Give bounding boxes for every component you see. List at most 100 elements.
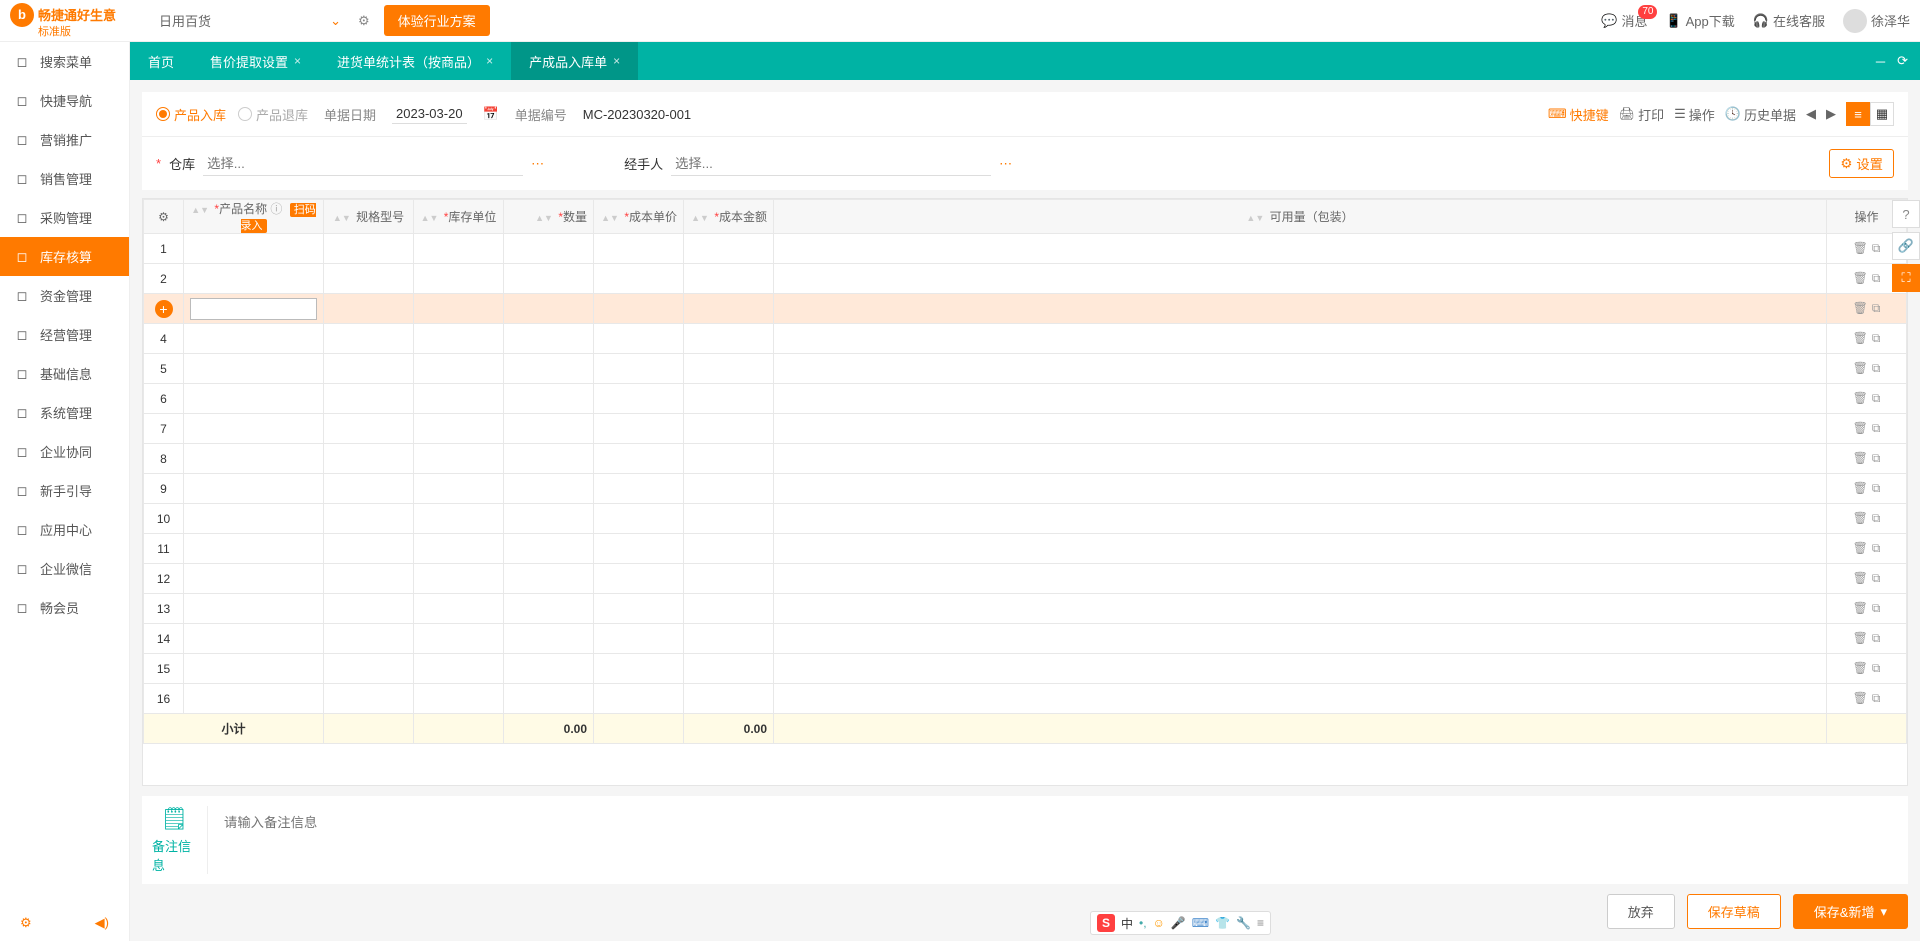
collapse-icon[interactable]: ◀): [95, 915, 109, 931]
table-row[interactable]: 13🗑⧉: [144, 594, 1907, 624]
table-row[interactable]: 1🗑⧉: [144, 234, 1907, 264]
shortcut-button[interactable]: ⌨ 快捷键: [1548, 105, 1609, 124]
col-cost-price[interactable]: ▲▼ *成本单价: [594, 200, 684, 234]
tab-1[interactable]: 售价提取设置×: [192, 42, 319, 80]
add-row-button[interactable]: +: [155, 300, 173, 318]
table-row[interactable]: 2🗑⧉: [144, 264, 1907, 294]
delete-row-icon[interactable]: 🗑: [1853, 601, 1868, 615]
close-icon[interactable]: ×: [486, 54, 493, 68]
table-row[interactable]: 7🗑⧉: [144, 414, 1907, 444]
table-row[interactable]: 8🗑⧉: [144, 444, 1907, 474]
sidebar-item-apps[interactable]: ◻应用中心: [0, 510, 129, 549]
copy-row-icon[interactable]: ⧉: [1872, 361, 1881, 375]
table-row[interactable]: 6🗑⧉: [144, 384, 1907, 414]
prev-doc-button[interactable]: ◀: [1806, 106, 1816, 122]
warehouse-input[interactable]: [203, 152, 523, 176]
list-view-button[interactable]: ≡: [1846, 102, 1870, 126]
refresh-icon[interactable]: ⟳: [1897, 53, 1908, 69]
col-cost-amount[interactable]: ▲▼ *成本金额: [684, 200, 774, 234]
copy-row-icon[interactable]: ⧉: [1872, 271, 1881, 285]
delete-row-icon[interactable]: 🗑: [1853, 571, 1868, 585]
sidebar-item-cart[interactable]: ◻采购管理: [0, 198, 129, 237]
category-select[interactable]: 日用百货 ⌄: [150, 7, 350, 35]
rail-link-button[interactable]: 🔗: [1892, 232, 1920, 260]
copy-row-icon[interactable]: ⧉: [1872, 631, 1881, 645]
calendar-icon[interactable]: 📅: [483, 106, 499, 122]
experience-button[interactable]: 体验行业方案: [384, 5, 490, 36]
sidebar-item-wechat[interactable]: ◻企业微信: [0, 549, 129, 588]
save-draft-button[interactable]: 保存草稿: [1687, 894, 1781, 929]
table-row[interactable]: 15🗑⧉: [144, 654, 1907, 684]
next-doc-button[interactable]: ▶: [1826, 106, 1836, 122]
radio-product-in[interactable]: 产品入库: [156, 105, 226, 124]
card-view-button[interactable]: ▦: [1870, 102, 1894, 126]
copy-row-icon[interactable]: ⧉: [1872, 241, 1881, 255]
copy-row-icon[interactable]: ⧉: [1872, 661, 1881, 675]
col-stock-unit[interactable]: ▲▼ *库存单位: [414, 200, 504, 234]
copy-row-icon[interactable]: ⧉: [1872, 481, 1881, 495]
help-icon[interactable]: ⓘ: [270, 202, 282, 216]
sidebar-item-home[interactable]: ◻快捷导航: [0, 81, 129, 120]
delete-row-icon[interactable]: 🗑: [1853, 541, 1868, 555]
sidebar-item-chart[interactable]: ◻经营管理: [0, 315, 129, 354]
delete-row-icon[interactable]: 🗑: [1853, 391, 1868, 405]
sidebar-item-guide[interactable]: ◻新手引导: [0, 471, 129, 510]
delete-row-icon[interactable]: 🗑: [1853, 511, 1868, 525]
close-icon[interactable]: ×: [294, 54, 301, 68]
delete-row-icon[interactable]: 🗑: [1853, 301, 1868, 315]
copy-row-icon[interactable]: ⧉: [1872, 571, 1881, 585]
rail-help-button[interactable]: ?: [1892, 200, 1920, 228]
col-spec[interactable]: ▲▼ 规格型号: [324, 200, 414, 234]
table-row[interactable]: + 🗑 ⧉: [144, 294, 1907, 324]
copy-row-icon[interactable]: ⧉: [1872, 691, 1881, 705]
col-product-name[interactable]: ▲▼ *产品名称 ⓘ 扫码录入: [184, 200, 324, 234]
gear-icon[interactable]: ⚙: [358, 13, 370, 29]
copy-row-icon[interactable]: ⧉: [1872, 511, 1881, 525]
delete-row-icon[interactable]: 🗑: [1853, 271, 1868, 285]
delete-row-icon[interactable]: 🗑: [1853, 691, 1868, 705]
handler-input[interactable]: [671, 152, 991, 176]
copy-row-icon[interactable]: ⧉: [1872, 601, 1881, 615]
delete-row-icon[interactable]: 🗑: [1853, 661, 1868, 675]
copy-row-icon[interactable]: ⧉: [1872, 541, 1881, 555]
sidebar-item-team[interactable]: ◻企业协同: [0, 432, 129, 471]
messages-link[interactable]: 💬 消息 70: [1601, 11, 1647, 30]
product-name-input[interactable]: [190, 298, 317, 320]
col-quantity[interactable]: ▲▼ *数量: [504, 200, 594, 234]
delete-row-icon[interactable]: 🗑: [1853, 361, 1868, 375]
table-row[interactable]: 10🗑⧉: [144, 504, 1907, 534]
copy-row-icon[interactable]: ⧉: [1872, 331, 1881, 345]
table-row[interactable]: 11🗑⧉: [144, 534, 1907, 564]
sidebar-item-vip[interactable]: ◻畅会员: [0, 588, 129, 627]
discard-button[interactable]: 放弃: [1607, 894, 1675, 929]
online-service-link[interactable]: 🎧 在线客服: [1753, 11, 1825, 30]
delete-row-icon[interactable]: 🗑: [1853, 481, 1868, 495]
settings-button[interactable]: ⚙ 设置: [1829, 149, 1894, 178]
delete-row-icon[interactable]: 🗑: [1853, 421, 1868, 435]
delete-row-icon[interactable]: 🗑: [1853, 241, 1868, 255]
remarks-input[interactable]: [218, 806, 1898, 874]
settings-icon[interactable]: ⚙: [20, 915, 32, 931]
warehouse-more-icon[interactable]: ⋯: [531, 156, 544, 172]
table-row[interactable]: 5🗑⧉: [144, 354, 1907, 384]
print-button[interactable]: 🖨 打印: [1619, 105, 1665, 124]
copy-row-icon[interactable]: ⧉: [1872, 421, 1881, 435]
delete-row-icon[interactable]: 🗑: [1853, 631, 1868, 645]
sidebar-item-box[interactable]: ◻库存核算: [0, 237, 129, 276]
date-input[interactable]: 2023-03-20: [392, 104, 467, 124]
sidebar-item-gear[interactable]: ◻系统管理: [0, 393, 129, 432]
table-row[interactable]: 9🗑⧉: [144, 474, 1907, 504]
col-available[interactable]: ▲▼ 可用量（包装）: [774, 200, 1827, 234]
sidebar-item-money[interactable]: ◻资金管理: [0, 276, 129, 315]
tab-2[interactable]: 进货单统计表（按商品）×: [319, 42, 511, 80]
app-download-link[interactable]: 📱 App下载: [1665, 11, 1734, 30]
col-settings-header[interactable]: ⚙: [144, 200, 184, 234]
table-row[interactable]: 4🗑⧉: [144, 324, 1907, 354]
copy-row-icon[interactable]: ⧉: [1872, 451, 1881, 465]
delete-row-icon[interactable]: 🗑: [1853, 451, 1868, 465]
table-row[interactable]: 14🗑⧉: [144, 624, 1907, 654]
copy-row-icon[interactable]: ⧉: [1872, 301, 1881, 315]
copy-row-icon[interactable]: ⧉: [1872, 391, 1881, 405]
minimize-icon[interactable]: ─: [1876, 54, 1885, 69]
sidebar-item-info[interactable]: ◻基础信息: [0, 354, 129, 393]
